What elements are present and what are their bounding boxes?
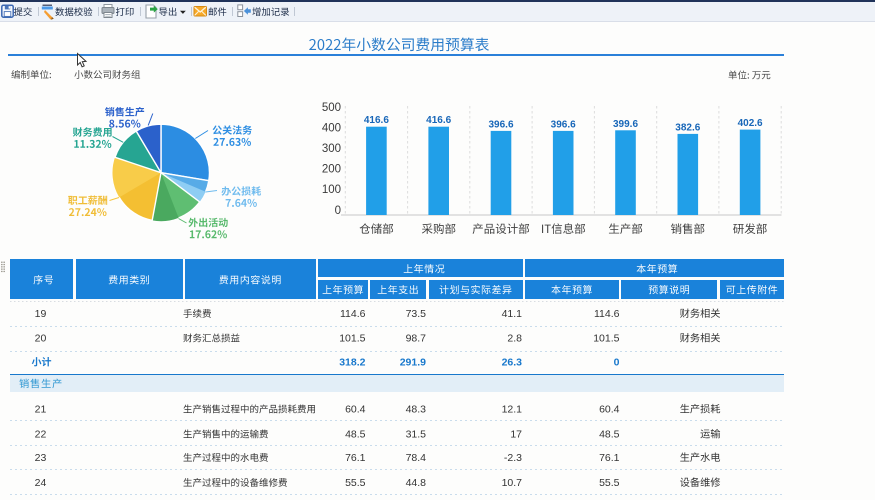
svg-text:2.8: 2.8 [507,333,522,345]
svg-text:55.5: 55.5 [599,477,620,489]
svg-text:23: 23 [35,452,47,464]
svg-text:399.6: 399.6 [613,119,638,130]
svg-text:416.6: 416.6 [364,115,389,126]
svg-text:17: 17 [510,429,522,441]
svg-text:400: 400 [322,122,341,134]
svg-text:114.6: 114.6 [340,308,366,320]
svg-text:60.4: 60.4 [599,404,620,416]
svg-text:114.6: 114.6 [594,308,620,320]
svg-text:0: 0 [335,205,341,217]
svg-text:396.6: 396.6 [551,119,576,130]
svg-text:-2.3: -2.3 [504,452,522,464]
svg-text:416.6: 416.6 [426,115,451,126]
svg-text:402.6: 402.6 [738,118,763,129]
svg-text:98.7: 98.7 [406,333,427,345]
svg-text:55.5: 55.5 [345,477,366,489]
svg-text:382.6: 382.6 [675,122,700,133]
svg-text:76.1: 76.1 [345,452,366,464]
svg-text:60.4: 60.4 [345,404,366,416]
svg-text:318.2: 318.2 [339,357,365,369]
svg-text:73.5: 73.5 [406,308,427,320]
svg-text:300: 300 [322,143,341,155]
svg-text:76.1: 76.1 [599,452,620,464]
svg-text:22: 22 [35,429,47,441]
svg-text:20: 20 [35,333,47,345]
svg-text:100: 100 [322,184,341,196]
svg-text:19: 19 [35,308,47,320]
svg-text:0: 0 [614,357,620,369]
svg-text:291.9: 291.9 [400,357,426,369]
svg-text:12.1: 12.1 [502,404,523,416]
svg-text:44.8: 44.8 [406,477,427,489]
svg-text:78.4: 78.4 [406,452,427,464]
svg-text:48.3: 48.3 [406,404,427,416]
svg-text:24: 24 [35,477,47,489]
svg-text:48.5: 48.5 [345,429,366,441]
svg-text:48.5: 48.5 [599,429,620,441]
svg-text:26.3: 26.3 [502,357,523,369]
svg-text:21: 21 [35,404,47,416]
svg-text:200: 200 [322,164,341,176]
svg-text:500: 500 [322,102,341,114]
svg-text:101.5: 101.5 [593,333,619,345]
svg-text:41.1: 41.1 [502,308,523,320]
svg-text:396.6: 396.6 [488,119,513,130]
svg-text:31.5: 31.5 [406,429,427,441]
svg-text:101.5: 101.5 [339,333,365,345]
svg-text:10.7: 10.7 [502,477,523,489]
